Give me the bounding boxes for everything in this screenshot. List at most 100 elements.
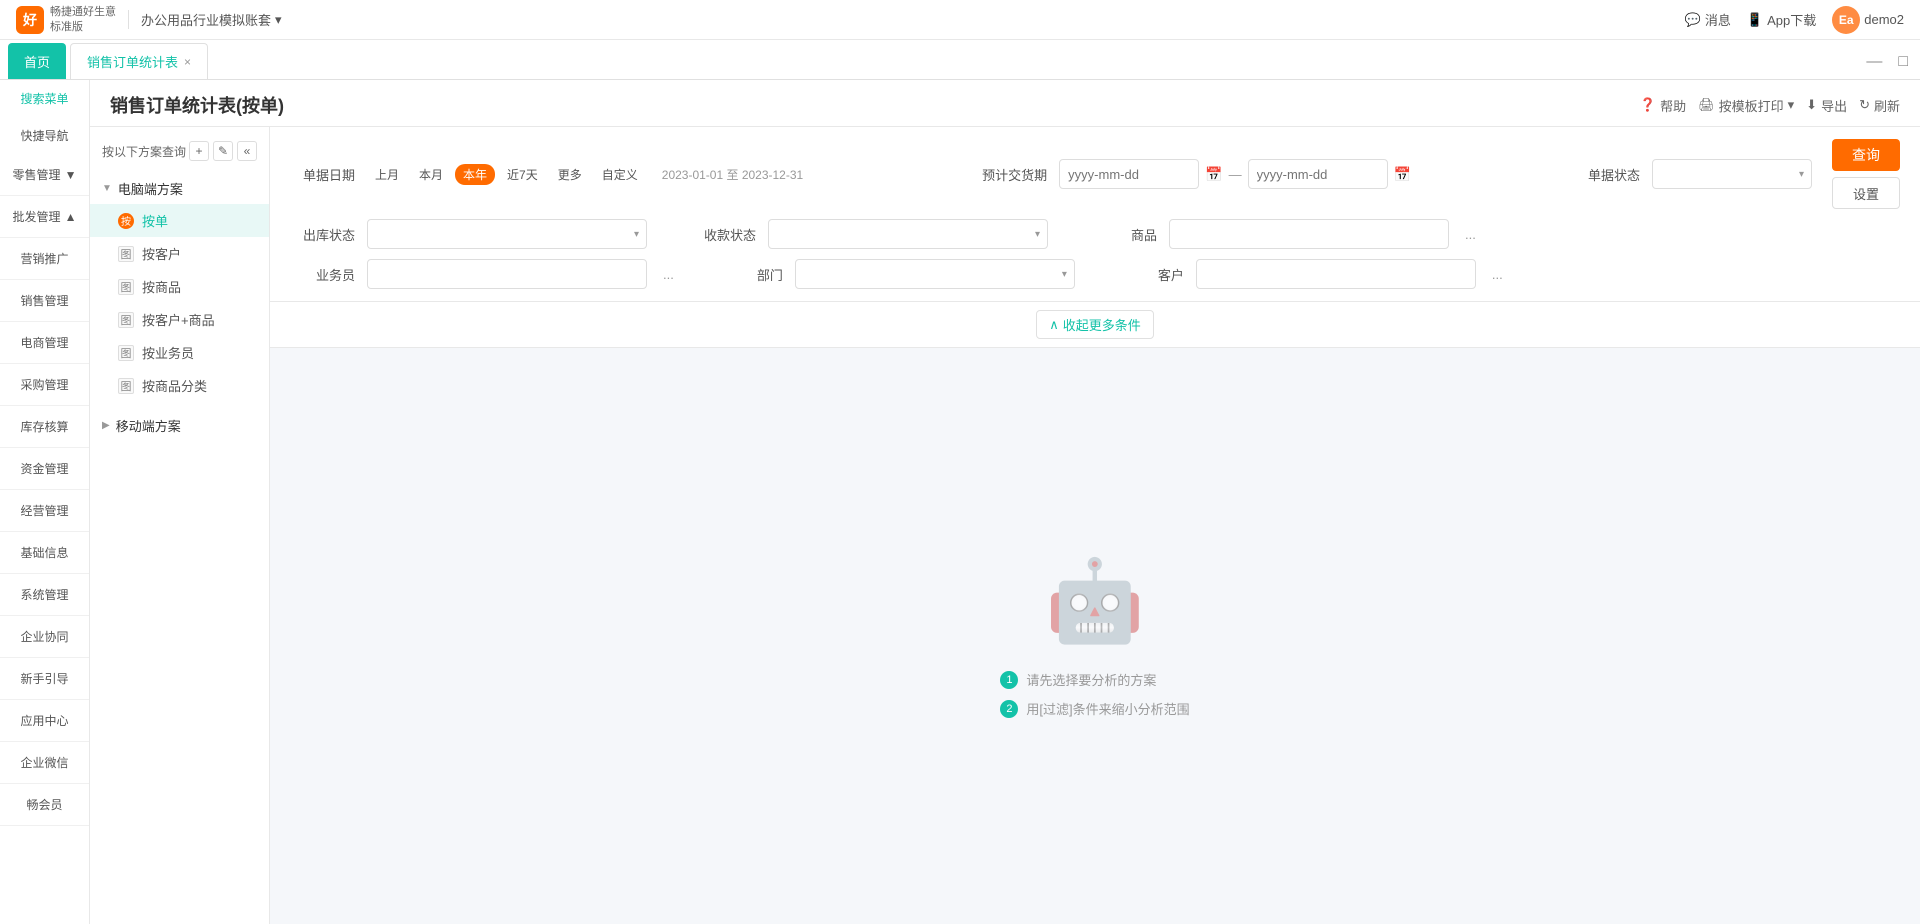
scheme-item-by-order[interactable]: 按 按单 xyxy=(90,204,269,237)
date-this-month-btn[interactable]: 本月 xyxy=(411,164,451,185)
scheme-mobile-group-header[interactable]: ▶ 移动端方案 xyxy=(90,410,269,441)
message-button[interactable]: 💬 消息 xyxy=(1685,10,1731,29)
customer-ellipsis[interactable]: ... xyxy=(1492,267,1503,282)
empty-robot-icon: 🤖 xyxy=(1045,556,1145,645)
help-button[interactable]: ❓ 帮助 xyxy=(1640,96,1686,115)
filter-area: 单据日期 上月 本月 本年 近7天 更多 自定义 2023-01-01 至 20… xyxy=(270,127,1920,302)
scheme-pc-group-header[interactable]: ▼ 电脑端方案 xyxy=(90,173,269,204)
empty-state: 🤖 1 请先选择要分析的方案 2 用[过滤]条件来缩小分析范围 xyxy=(1000,554,1189,718)
date-this-year-btn[interactable]: 本年 xyxy=(455,164,495,185)
collapse-filter-button[interactable]: ∧ 收起更多条件 xyxy=(1036,310,1154,339)
scheme-item-icon-salesman: 图 xyxy=(118,345,134,361)
page-header: 销售订单统计表(按单) ❓ 帮助 🖨 按模板打印 ▾ ⬇ 导出 ↻ 刷新 xyxy=(90,80,1920,127)
sidebar-item-retail[interactable]: 零售管理 ▼ xyxy=(0,154,89,196)
scheme-item-by-customer-goods[interactable]: 图 按客户+商品 xyxy=(90,303,269,336)
calendar-start-icon[interactable]: 📅 xyxy=(1205,166,1222,183)
sidebar-item-appcenter[interactable]: 应用中心 xyxy=(0,700,89,742)
hint-num-1: 1 xyxy=(1000,671,1018,689)
wholesale-arrow-icon: ▲ xyxy=(65,210,77,224)
scheme-panel-header: 按以下方案查询 + ✎ « xyxy=(90,137,269,169)
topbar: 好 畅捷通好生意 标准版 办公用品行业模拟账套 ▾ 💬 消息 📱 App下载 E… xyxy=(0,0,1920,40)
workspace-selector[interactable]: 办公用品行业模拟账套 ▾ xyxy=(128,10,282,29)
receive-select[interactable] xyxy=(768,219,1048,249)
expected-date-end-input[interactable] xyxy=(1248,159,1388,189)
sidebar-nav-shortcuts[interactable]: 快捷导航 xyxy=(0,117,89,154)
scheme-item-by-salesman[interactable]: 图 按业务员 xyxy=(90,336,269,369)
user-menu[interactable]: Ea demo2 xyxy=(1832,6,1904,34)
date-more-btn[interactable]: 更多 xyxy=(550,164,590,185)
empty-hints: 1 请先选择要分析的方案 2 用[过滤]条件来缩小分析范围 xyxy=(1000,670,1189,718)
scheme-action-buttons: + ✎ « xyxy=(189,141,257,161)
tab-home[interactable]: 首页 xyxy=(8,43,66,79)
scheme-mobile-group: ▶ 移动端方案 xyxy=(90,406,269,445)
print-arrow-icon: ▾ xyxy=(1788,97,1795,113)
sidebar-item-sales[interactable]: 销售管理 xyxy=(0,280,89,322)
salesman-input[interactable] xyxy=(367,259,647,289)
filter-row-3: 业务员 ... 部门 ▾ 客户 ... xyxy=(290,259,1900,289)
print-icon: 🖨 xyxy=(1698,97,1715,113)
date-prev-month-btn[interactable]: 上月 xyxy=(367,164,407,185)
sidebar-item-purchase[interactable]: 采购管理 xyxy=(0,364,89,406)
customer-input[interactable] xyxy=(1196,259,1476,289)
scheme-item-icon-cust-goods: 图 xyxy=(118,312,134,328)
sidebar-item-operations[interactable]: 经营管理 xyxy=(0,490,89,532)
sidebar-item-marketing[interactable]: 营销推广 xyxy=(0,238,89,280)
sidebar-search[interactable]: 搜索菜单 xyxy=(0,80,89,117)
calendar-end-icon[interactable]: 📅 xyxy=(1394,166,1411,183)
sidebar-item-basic[interactable]: 基础信息 xyxy=(0,532,89,574)
scheme-item-by-customer[interactable]: 图 按客户 xyxy=(90,237,269,270)
query-button[interactable]: 查询 xyxy=(1832,139,1900,171)
filter-row-1: 单据日期 上月 本月 本年 近7天 更多 自定义 2023-01-01 至 20… xyxy=(290,139,1900,209)
expected-date-start-input[interactable] xyxy=(1059,159,1199,189)
main-layout: 搜索菜单 快捷导航 零售管理 ▼ 批发管理 ▲ 营销推广 销售管理 电商管理 采… xyxy=(0,80,1920,924)
tab-sales-stats[interactable]: 销售订单统计表 × xyxy=(70,43,208,79)
scheme-collapse-button[interactable]: « xyxy=(237,141,257,161)
customer-label: 客户 xyxy=(1119,265,1184,284)
salesman-ellipsis[interactable]: ... xyxy=(663,267,674,282)
scheme-item-icon-customer: 图 xyxy=(118,246,134,262)
date-7days-btn[interactable]: 近7天 xyxy=(499,164,546,185)
app-download-button[interactable]: 📱 App下载 xyxy=(1747,10,1816,29)
sidebar-item-enterprise[interactable]: 企业协同 xyxy=(0,616,89,658)
dept-select[interactable] xyxy=(795,259,1075,289)
status-select[interactable] xyxy=(1652,159,1812,189)
collapse-button-wrap: ∧ 收起更多条件 xyxy=(270,302,1920,348)
dept-label: 部门 xyxy=(718,265,783,284)
sidebar-item-member[interactable]: 畅会员 xyxy=(0,784,89,826)
date-quick-buttons: 上月 本月 本年 近7天 更多 自定义 xyxy=(367,164,646,185)
goods-ellipsis[interactable]: ... xyxy=(1465,227,1476,242)
dept-select-wrap: ▾ xyxy=(795,259,1075,289)
sidebar-item-system[interactable]: 系统管理 xyxy=(0,574,89,616)
topbar-right: 💬 消息 📱 App下载 Ea demo2 xyxy=(1685,6,1904,34)
scheme-item-by-goods[interactable]: 图 按商品 xyxy=(90,270,269,303)
retail-arrow-icon: ▼ xyxy=(65,168,77,182)
sidebar-item-wechat[interactable]: 企业微信 xyxy=(0,742,89,784)
scheme-item-by-category[interactable]: 图 按商品分类 xyxy=(90,369,269,402)
sidebar-item-wholesale[interactable]: 批发管理 ▲ xyxy=(0,196,89,238)
export-button[interactable]: ⬇ 导出 xyxy=(1806,96,1847,115)
sidebar-item-ecommerce[interactable]: 电商管理 xyxy=(0,322,89,364)
sidebar-item-finance[interactable]: 资金管理 xyxy=(0,448,89,490)
data-area: 🤖 1 请先选择要分析的方案 2 用[过滤]条件来缩小分析范围 xyxy=(270,348,1920,924)
tab-close-icon[interactable]: × xyxy=(184,55,191,69)
print-button[interactable]: 🖨 按模板打印 ▾ xyxy=(1698,96,1794,115)
status-select-wrap: ▾ xyxy=(1652,159,1812,189)
settings-button[interactable]: 设置 xyxy=(1832,177,1900,209)
sidebar-item-newbie[interactable]: 新手引导 xyxy=(0,658,89,700)
pc-group-label: 电脑端方案 xyxy=(118,179,183,198)
scheme-edit-button[interactable]: ✎ xyxy=(213,141,233,161)
goods-input[interactable] xyxy=(1169,219,1449,249)
scheme-add-button[interactable]: + xyxy=(189,141,209,161)
pc-group-arrow-icon: ▼ xyxy=(102,183,112,194)
maximize-icon[interactable]: □ xyxy=(1894,49,1912,75)
ship-select-wrap: ▾ xyxy=(367,219,647,249)
minimize-icon[interactable]: — xyxy=(1862,49,1886,75)
tab-window-controls: — □ xyxy=(1862,49,1912,79)
date-custom-btn[interactable]: 自定义 xyxy=(594,164,646,185)
scheme-panel-title: 按以下方案查询 xyxy=(102,143,186,160)
sidebar-item-inventory[interactable]: 库存核算 xyxy=(0,406,89,448)
refresh-button[interactable]: ↻ 刷新 xyxy=(1859,96,1900,115)
logo-text: 畅捷通好生意 标准版 xyxy=(50,5,116,34)
logo-icon: 好 xyxy=(16,6,44,34)
ship-select[interactable] xyxy=(367,219,647,249)
